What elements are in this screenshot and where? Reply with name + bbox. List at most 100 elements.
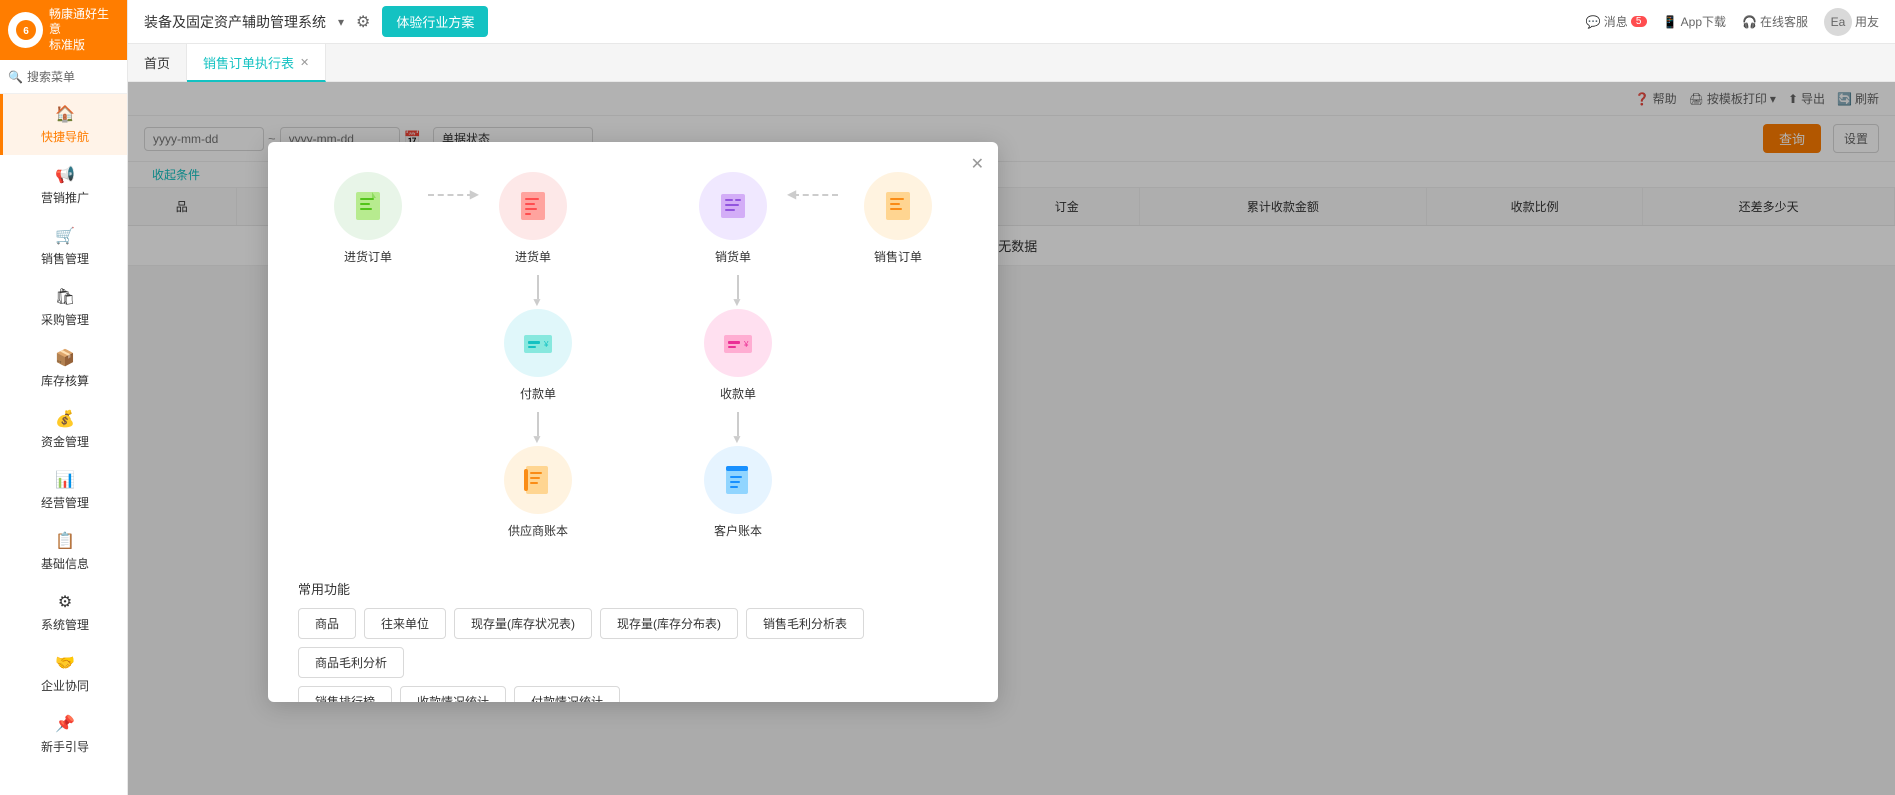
btn-goods-margin[interactable]: 商品毛利分析 [298, 647, 404, 678]
logo-icon: 6 [8, 12, 43, 48]
finance-icon: 💰 [55, 409, 75, 429]
system-title: 装备及固定资产辅助管理系统 [144, 12, 326, 32]
btn-stock-status[interactable]: 现存量(库存状况表) [454, 608, 592, 639]
flow-row-arrows2: ▼ ▼ [308, 412, 958, 436]
home-icon: 🏠 [55, 104, 75, 124]
topbar-left: 装备及固定资产辅助管理系统 ▾ ⚙ 体验行业方案 [144, 6, 488, 37]
btn-sales-rank[interactable]: 销售排行榜 [298, 686, 392, 702]
settings-icon[interactable]: ⚙ [356, 12, 370, 32]
sidebar-item-inventory[interactable]: 📦 库存核算 [0, 338, 127, 399]
user-profile[interactable]: Ea 用友 [1824, 8, 1879, 36]
sidebar-item-operations[interactable]: 📊 经营管理 [0, 460, 127, 521]
flow-node-purchase-order[interactable]: 进货订单 [308, 172, 428, 265]
purchase-bill-icon [499, 172, 567, 240]
sidebar: 6 畅康通好生意 标准版 🔍 搜索菜单 🏠 快捷导航 📢 营销推广 🛒 [0, 0, 128, 795]
download-icon: 📱 [1663, 15, 1678, 29]
sidebar-item-system[interactable]: ⚙ 系统管理 [0, 582, 127, 643]
sale-bill-label: 销货单 [715, 248, 751, 265]
flow-row-2: ¥ 付款单 ¥ 收款单 [308, 309, 958, 402]
service-icon: 🎧 [1742, 15, 1757, 29]
modal-overlay[interactable]: ✕ 进货订单 [128, 82, 1895, 795]
sidebar-item-marketing[interactable]: 📢 营销推广 [0, 155, 127, 216]
system-dropdown[interactable]: ▾ [338, 15, 344, 29]
purchase-order-icon [334, 172, 402, 240]
supplier-ledger-icon [504, 446, 572, 514]
sale-order-label: 销售订单 [874, 248, 922, 265]
sale-order-icon [864, 172, 932, 240]
sidebar-item-guide[interactable]: 📌 新手引导 [0, 704, 127, 765]
enterprise-icon: 🤝 [55, 653, 75, 673]
customer-ledger-icon [704, 446, 772, 514]
receipt-bill-icon: ¥ [704, 309, 772, 377]
flow-node-sale-bill[interactable]: 销货单 [673, 172, 793, 265]
supplier-ledger-label: 供应商账本 [508, 522, 568, 539]
flow-node-payment-bill[interactable]: ¥ 付款单 [478, 309, 598, 402]
flow-node-purchase-bill[interactable]: 进货单 [473, 172, 593, 265]
sidebar-item-basic-info[interactable]: 📋 基础信息 [0, 521, 127, 582]
purchase-icon: 🛍 [55, 287, 75, 307]
sale-bill-icon [699, 172, 767, 240]
guide-icon: 📌 [55, 714, 75, 734]
flow-node-supplier-ledger[interactable]: 供应商账本 [478, 446, 598, 539]
purchase-order-label: 进货订单 [344, 248, 392, 265]
svg-text:6: 6 [23, 26, 29, 37]
svg-text:¥: ¥ [543, 340, 549, 349]
sidebar-nav: 🏠 快捷导航 📢 营销推广 🛒 销售管理 🛍 采购管理 📦 库存核算 💰 [0, 94, 127, 795]
sidebar-item-quick-nav[interactable]: 🏠 快捷导航 [0, 94, 127, 155]
message-badge: 5 [1631, 16, 1647, 27]
basicinfo-icon: 📋 [55, 531, 75, 551]
operations-icon: 📊 [55, 470, 75, 490]
arrow-purchase-order-to-bill: ▶ [428, 172, 473, 196]
flow-row-arrows: ▼ ▼ [308, 275, 958, 299]
flow-row-1: 进货订单 ▶ [308, 172, 958, 265]
receipt-bill-label: 收款单 [720, 385, 756, 402]
sidebar-item-sales[interactable]: 🛒 销售管理 [0, 216, 127, 277]
tabbar: 首页 销售订单执行表 ✕ [128, 44, 1895, 82]
common-functions-title: 常用功能 [298, 579, 968, 598]
btn-sales-margin[interactable]: 销售毛利分析表 [746, 608, 864, 639]
btn-counterparts[interactable]: 往来单位 [364, 608, 446, 639]
btn-stock-dist[interactable]: 现存量(库存分布表) [600, 608, 738, 639]
payment-bill-label: 付款单 [520, 385, 556, 402]
search-menu[interactable]: 🔍 搜索菜单 [0, 60, 127, 94]
svg-text:¥: ¥ [743, 340, 749, 349]
customer-ledger-label: 客户账本 [714, 522, 762, 539]
online-service-button[interactable]: 🎧 在线客服 [1742, 13, 1808, 30]
message-button[interactable]: 💬 消息 5 [1586, 13, 1647, 30]
message-icon: 💬 [1586, 15, 1601, 29]
try-plan-button[interactable]: 体验行业方案 [382, 6, 488, 37]
topbar: 装备及固定资产辅助管理系统 ▾ ⚙ 体验行业方案 💬 消息 5 📱 App下载 [128, 0, 1895, 44]
topbar-right: 💬 消息 5 📱 App下载 🎧 在线客服 Ea 用友 [1586, 8, 1879, 36]
app-download-button[interactable]: 📱 App下载 [1663, 13, 1726, 30]
flow-modal: ✕ 进货订单 [268, 142, 998, 702]
flow-node-customer-ledger[interactable]: 客户账本 [678, 446, 798, 539]
common-functions-row1: 商品 往来单位 现存量(库存状况表) 现存量(库存分布表) 销售毛利分析表 商品… [298, 608, 968, 678]
modal-close-button[interactable]: ✕ [971, 154, 984, 174]
sidebar-item-enterprise[interactable]: 🤝 企业协同 [0, 643, 127, 704]
tab-home[interactable]: 首页 [128, 44, 187, 81]
purchase-bill-label: 进货单 [515, 248, 551, 265]
btn-goods[interactable]: 商品 [298, 608, 356, 639]
sidebar-item-finance[interactable]: 💰 资金管理 [0, 399, 127, 460]
flow-node-receipt-bill[interactable]: ¥ 收款单 [678, 309, 798, 402]
arrow-sale-order-to-bill: ◀ [793, 172, 838, 196]
tab-sales-order[interactable]: 销售订单执行表 ✕ [187, 44, 326, 82]
inventory-icon: 📦 [55, 348, 75, 368]
payment-bill-icon: ¥ [504, 309, 572, 377]
common-functions-section: 常用功能 商品 往来单位 现存量(库存状况表) 现存量(库存分布表) 销售毛利分… [268, 569, 998, 702]
btn-receipt-stats[interactable]: 收款情况统计 [400, 686, 506, 702]
sidebar-item-purchase[interactable]: 🛍 采购管理 [0, 277, 127, 338]
sales-icon: 🛒 [55, 226, 75, 246]
flow-row-3: 供应商账本 客户账本 [308, 446, 958, 539]
tab-close-icon[interactable]: ✕ [300, 56, 309, 69]
flow-section: 进货订单 ▶ [268, 142, 998, 569]
search-icon: 🔍 [8, 70, 23, 84]
flow-node-sale-order[interactable]: 销售订单 [838, 172, 958, 265]
marketing-icon: 📢 [55, 165, 75, 185]
main-area: 装备及固定资产辅助管理系统 ▾ ⚙ 体验行业方案 💬 消息 5 📱 App下载 [128, 0, 1895, 795]
logo-text: 畅康通好生意 标准版 [49, 7, 119, 54]
common-functions-row2: 销售排行榜 收款情况统计 付款情况统计 [298, 686, 968, 702]
btn-payment-stats[interactable]: 付款情况统计 [514, 686, 620, 702]
sidebar-logo: 6 畅康通好生意 标准版 [0, 0, 127, 60]
system-icon: ⚙ [58, 592, 72, 612]
